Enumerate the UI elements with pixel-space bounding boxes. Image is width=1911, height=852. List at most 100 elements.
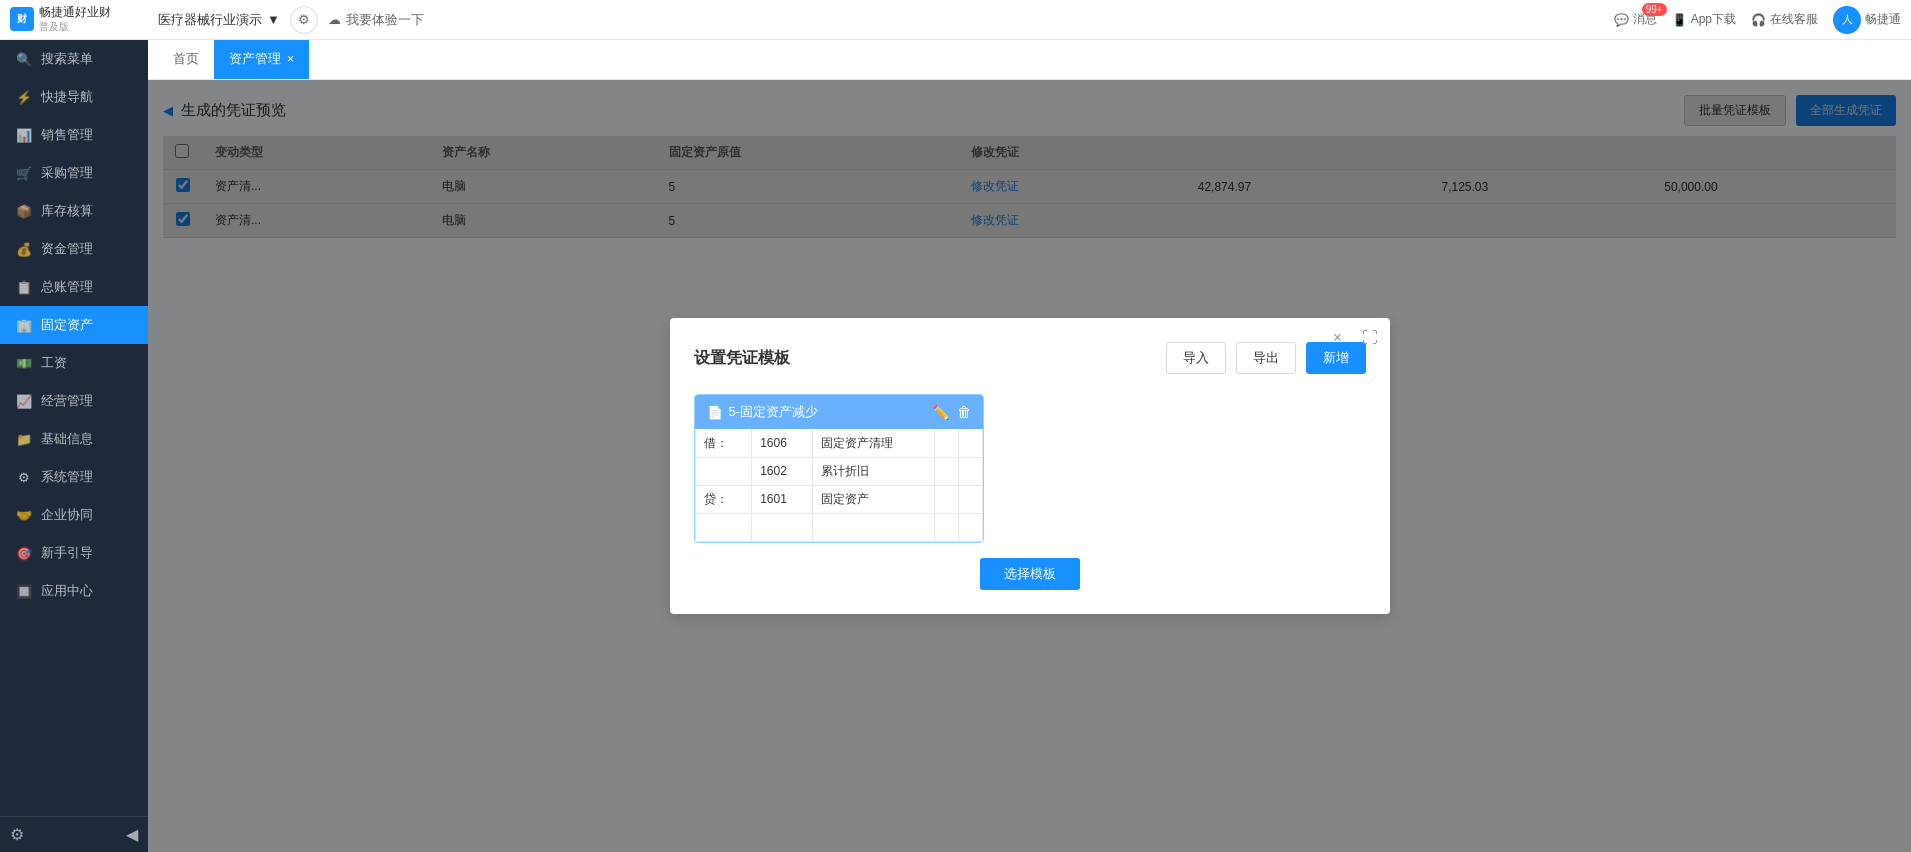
import-button[interactable]: 导入 — [1166, 342, 1226, 374]
dropdown-icon: ▼ — [267, 12, 280, 27]
sidebar-item-apps[interactable]: 🔲 应用中心 — [0, 572, 148, 610]
basic-info-label: 基础信息 — [41, 430, 93, 448]
user-action[interactable]: 人 畅捷通 — [1833, 6, 1901, 34]
debit1-code: 1606 — [752, 429, 812, 457]
payroll-icon: 💵 — [15, 354, 33, 372]
template-table-body: 借： 1606 固定资产清理 1602 — [695, 429, 982, 541]
ledger-label: 总账管理 — [41, 278, 93, 296]
finance-label: 资金管理 — [41, 240, 93, 258]
empty-col2 — [752, 513, 812, 541]
messages-action[interactable]: 💬 消息 99+ — [1614, 11, 1657, 28]
sales-icon: 📊 — [15, 126, 33, 144]
company-name: 医疗器械行业演示 — [158, 11, 262, 29]
template-card-actions: ✏️ 🗑 — [932, 404, 971, 420]
system-label: 系统管理 — [41, 468, 93, 486]
debit2-name: 累计折旧 — [812, 457, 935, 485]
tab-asset-mgmt-label: 资产管理 — [229, 50, 281, 68]
logo-icon: 财 — [10, 7, 34, 31]
template-row-credit1: 贷： 1601 固定资产 — [695, 485, 982, 513]
logo-area: 财 畅捷通好业财 普及版 — [10, 5, 158, 33]
purchase-icon: 🛒 — [15, 164, 33, 182]
template-row-empty — [695, 513, 982, 541]
quick-nav-label: 快捷导航 — [41, 88, 93, 106]
empty-col3 — [812, 513, 935, 541]
export-button[interactable]: 导出 — [1236, 342, 1296, 374]
company-selector[interactable]: 医疗器械行业演示 ▼ — [158, 11, 280, 29]
sidebar-bottom: ⚙ ◀ — [0, 816, 148, 852]
mobile-icon: 📱 — [1672, 13, 1687, 27]
template-doc-icon: 📄 — [707, 405, 723, 420]
select-template-button[interactable]: 选择模板 — [980, 558, 1080, 590]
messages-badge: 99+ — [1642, 3, 1667, 16]
system-icon: ⚙ — [15, 468, 33, 486]
sidebar-item-basic-info[interactable]: 📁 基础信息 — [0, 420, 148, 458]
sidebar-item-search[interactable]: 🔍 搜索菜单 — [0, 40, 148, 78]
sidebar-item-ledger[interactable]: 📋 总账管理 — [0, 268, 148, 306]
sidebar-item-guide[interactable]: 🎯 新手引导 — [0, 534, 148, 572]
sales-label: 销售管理 — [41, 126, 93, 144]
app-download-action[interactable]: 📱 App下载 — [1672, 11, 1736, 28]
search-label: 搜索菜单 — [41, 50, 93, 68]
sidebar-collapse-icon[interactable]: ◀ — [126, 825, 138, 844]
credit1-col3 — [935, 485, 958, 513]
cooperation-label: 企业协同 — [41, 506, 93, 524]
purchase-label: 采购管理 — [41, 164, 93, 182]
template-card-header: 📄 5-固定资产减少 ✏️ 🗑 — [695, 395, 983, 429]
top-right: 💬 消息 99+ 📱 App下载 🎧 在线客服 人 畅捷通 — [1614, 6, 1901, 34]
ledger-icon: 📋 — [15, 278, 33, 296]
sidebar-item-finance[interactable]: 💰 资金管理 — [0, 230, 148, 268]
top-bar: 财 畅捷通好业财 普及版 医疗器械行业演示 ▼ ⚙ ☁ 我要体验一下 💬 消息 … — [0, 0, 1911, 40]
sidebar-item-sales[interactable]: 📊 销售管理 — [0, 116, 148, 154]
sidebar-item-quick-nav[interactable]: ⚡ 快捷导航 — [0, 78, 148, 116]
apps-icon: 🔲 — [15, 582, 33, 600]
top-center: 医疗器械行业演示 ▼ ⚙ ☁ 我要体验一下 — [158, 6, 1614, 34]
tab-asset-mgmt[interactable]: 资产管理 × — [214, 40, 309, 79]
sidebar-item-inventory[interactable]: 📦 库存核算 — [0, 192, 148, 230]
template-delete-icon[interactable]: 🗑 — [957, 404, 971, 420]
tab-home[interactable]: 首页 — [158, 40, 214, 79]
online-service-action[interactable]: 🎧 在线客服 — [1751, 11, 1818, 28]
message-icon: 💬 — [1614, 13, 1629, 27]
sidebar-settings-icon[interactable]: ⚙ — [10, 825, 24, 844]
empty-col1 — [695, 513, 752, 541]
modal: × ⛶ 设置凭证模板 导入 导出 新增 — [670, 318, 1390, 614]
tab-bar: 首页 资产管理 × — [148, 40, 1911, 80]
template-header-left: 📄 5-固定资产减少 — [707, 403, 819, 421]
experience-button[interactable]: ☁ 我要体验一下 — [328, 11, 424, 29]
cloud-icon: ☁ — [328, 12, 341, 27]
modal-expand-button[interactable]: ⛶ — [1358, 326, 1382, 350]
sidebar-item-system[interactable]: ⚙ 系统管理 — [0, 458, 148, 496]
sidebar-item-operations[interactable]: 📈 经营管理 — [0, 382, 148, 420]
template-edit-icon[interactable]: ✏️ — [932, 404, 949, 420]
guide-label: 新手引导 — [41, 544, 93, 562]
sidebar-item-fixed-assets[interactable]: 🏢 固定资产 — [0, 306, 148, 344]
template-name: 5-固定资产减少 — [729, 403, 819, 421]
fixed-assets-icon: 🏢 — [15, 316, 33, 334]
credit1-col4 — [958, 485, 982, 513]
settings-icon[interactable]: ⚙ — [290, 6, 318, 34]
avatar: 人 — [1833, 6, 1861, 34]
sidebar: 🔍 搜索菜单 ⚡ 快捷导航 📊 销售管理 🛒 采购管理 📦 库存核算 💰 — [0, 40, 148, 852]
select-btn-area: 选择模板 — [694, 558, 1366, 590]
basic-info-icon: 📁 — [15, 430, 33, 448]
debit1-col3 — [935, 429, 958, 457]
template-table: 借： 1606 固定资产清理 1602 — [695, 429, 983, 542]
sidebar-item-purchase[interactable]: 🛒 采购管理 — [0, 154, 148, 192]
debit2-code: 1602 — [752, 457, 812, 485]
credit1-name: 固定资产 — [812, 485, 935, 513]
cooperation-icon: 🤝 — [15, 506, 33, 524]
tab-close-icon[interactable]: × — [287, 52, 294, 66]
operations-icon: 📈 — [15, 392, 33, 410]
sidebar-item-payroll[interactable]: 💵 工资 — [0, 344, 148, 382]
debit2-col3 — [935, 457, 958, 485]
app-download-label: App下载 — [1691, 11, 1736, 28]
apps-label: 应用中心 — [41, 582, 93, 600]
quick-nav-icon: ⚡ — [15, 88, 33, 106]
guide-icon: 🎯 — [15, 544, 33, 562]
fixed-assets-label: 固定资产 — [41, 316, 93, 334]
modal-close-button[interactable]: × — [1326, 326, 1350, 350]
experience-label: 我要体验一下 — [346, 11, 424, 29]
tab-home-label: 首页 — [173, 50, 199, 68]
logo-text: 畅捷通好业财 — [39, 5, 111, 19]
sidebar-item-cooperation[interactable]: 🤝 企业协同 — [0, 496, 148, 534]
